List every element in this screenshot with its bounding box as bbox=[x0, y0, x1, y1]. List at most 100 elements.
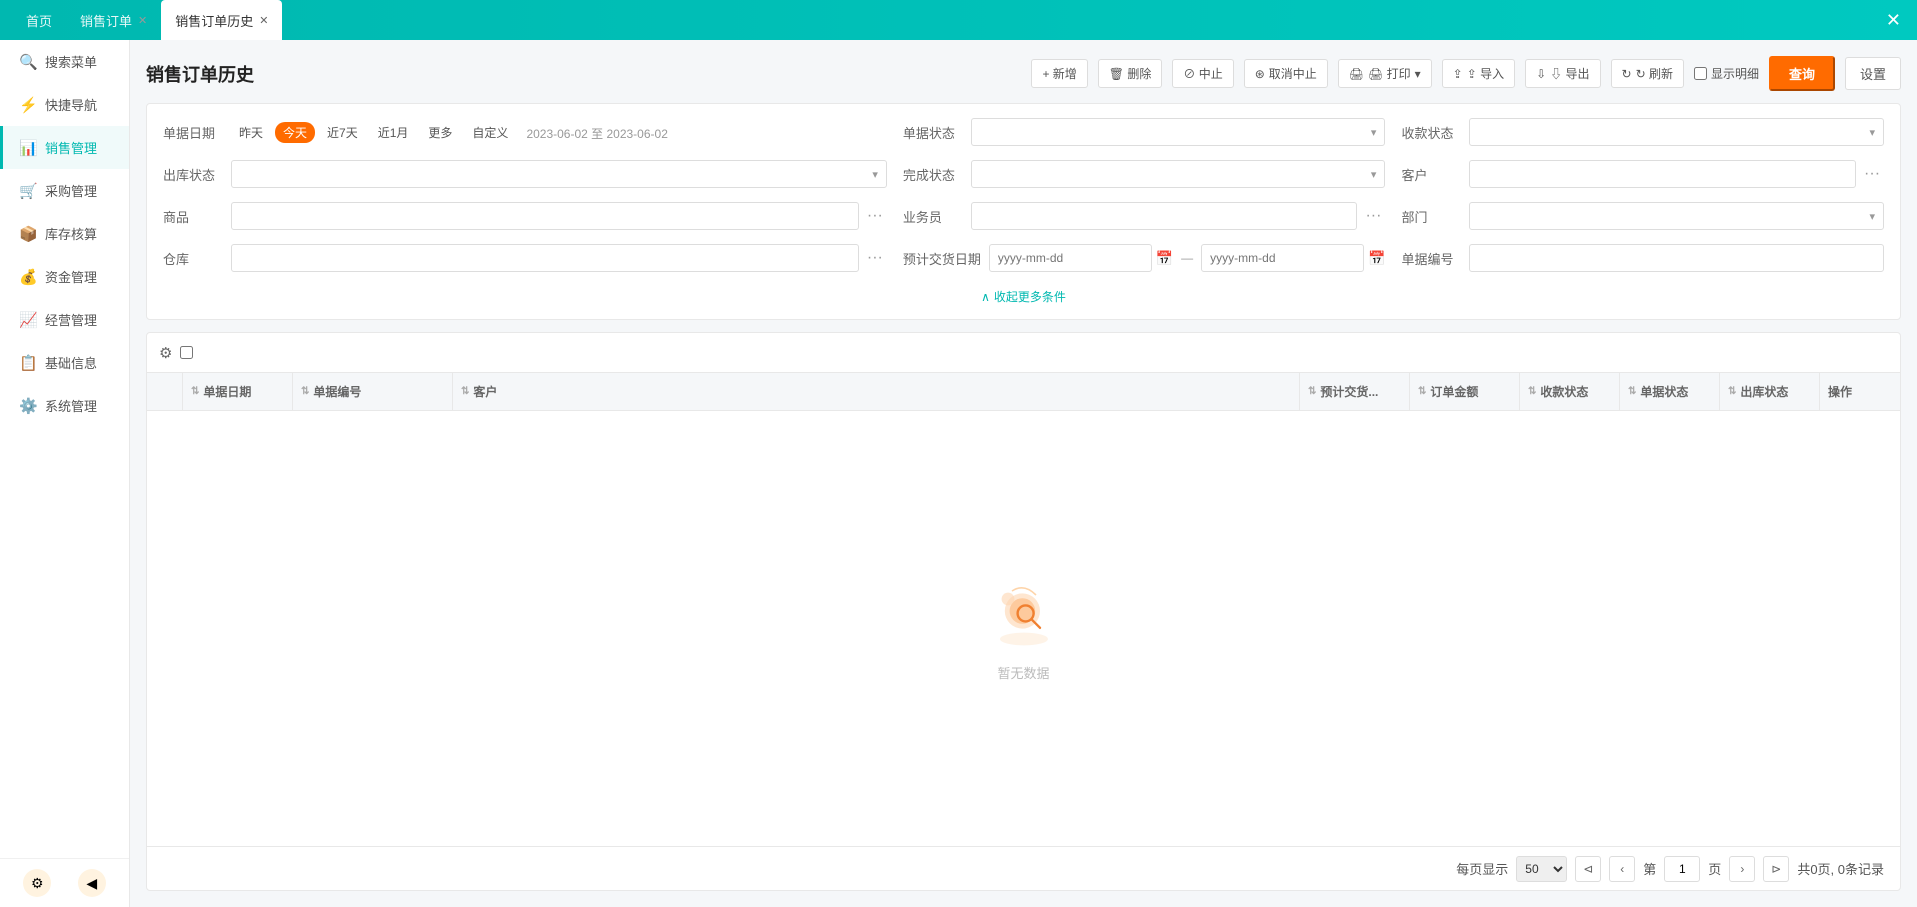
next-page-button[interactable]: › bbox=[1729, 856, 1755, 882]
new-button[interactable]: + 新增 bbox=[1031, 59, 1087, 88]
select-all-checkbox[interactable] bbox=[180, 346, 193, 359]
settings-button[interactable]: 设置 bbox=[1845, 57, 1901, 90]
date-tab-today[interactable]: 今天 bbox=[275, 122, 315, 143]
sort-ship-icon[interactable]: ⇅ bbox=[1728, 386, 1736, 397]
refresh-button[interactable]: ↻ ↻ 刷新 bbox=[1611, 59, 1684, 88]
th-action: 操作 bbox=[1820, 373, 1900, 410]
bill-no-input[interactable] bbox=[1469, 244, 1884, 272]
th-ship-status: ⇅ 出库状态 bbox=[1720, 373, 1820, 410]
warehouse-input[interactable] bbox=[231, 244, 859, 272]
tab-sales-order-history-label: 销售订单历史 bbox=[175, 11, 253, 30]
import-button[interactable]: ⇪ ⇪ 导入 bbox=[1442, 59, 1515, 88]
empty-state-icon bbox=[984, 575, 1064, 655]
filter-panel: 单据日期 昨天 今天 近7天 近1月 更多 自定义 2023-06-02 至 2… bbox=[146, 103, 1901, 320]
sidebar-item-basic-info[interactable]: 📋 基础信息 bbox=[0, 341, 129, 384]
sidebar-item-sys-mgmt[interactable]: ⚙️ 系统管理 bbox=[0, 384, 129, 427]
warehouse-picker-btn[interactable]: ··· bbox=[863, 249, 887, 267]
sort-customer-icon[interactable]: ⇅ bbox=[461, 386, 469, 397]
page-go-label: 第 bbox=[1643, 859, 1656, 878]
sidebar-item-finance[interactable]: 💰 资金管理 bbox=[0, 255, 129, 298]
page-title: 销售订单历史 bbox=[146, 61, 254, 87]
filter-goods-item: 商品 ··· bbox=[163, 202, 887, 230]
sort-bill-icon[interactable]: ⇅ bbox=[1628, 386, 1636, 397]
empty-state: 暂无数据 bbox=[984, 575, 1064, 682]
sidebar-item-finance-label: 资金管理 bbox=[45, 267, 97, 286]
date-tab-custom[interactable]: 自定义 bbox=[464, 122, 516, 143]
th-ship-label: 出库状态 bbox=[1740, 383, 1788, 400]
ship-status-select[interactable]: ▾ bbox=[231, 160, 887, 188]
query-button[interactable]: 查询 bbox=[1769, 56, 1835, 91]
th-customer: ⇅ 客户 bbox=[453, 373, 1300, 410]
prev-page-button[interactable]: ‹ bbox=[1609, 856, 1635, 882]
page-number-input[interactable] bbox=[1664, 856, 1700, 882]
date-tab-more[interactable]: 更多 bbox=[420, 122, 460, 143]
export-button[interactable]: ⇩ ⇩ 导出 bbox=[1525, 59, 1600, 88]
sort-date-icon[interactable]: ⇅ bbox=[191, 386, 199, 397]
date-tab-1month[interactable]: 近1月 bbox=[370, 122, 417, 143]
goods-input[interactable] bbox=[231, 202, 859, 230]
sidebar-collapse-btn[interactable]: ◀ bbox=[78, 869, 106, 897]
delivery-date-end-calendar-icon[interactable]: 📅 bbox=[1368, 250, 1385, 267]
date-tab-7days[interactable]: 近7天 bbox=[319, 122, 366, 143]
salesperson-input[interactable] bbox=[971, 202, 1358, 230]
sort-delivery-icon[interactable]: ⇅ bbox=[1308, 386, 1316, 397]
delivery-date-end-input[interactable] bbox=[1201, 244, 1364, 272]
customer-picker-btn[interactable]: ··· bbox=[1860, 165, 1884, 183]
dept-select[interactable]: ▾ bbox=[1469, 202, 1884, 230]
sort-amount-icon[interactable]: ⇅ bbox=[1418, 386, 1426, 397]
warehouse-label: 仓库 bbox=[163, 249, 223, 268]
finance-icon: 💰 bbox=[19, 268, 37, 286]
tab-home[interactable]: 首页 bbox=[12, 0, 66, 40]
complete-status-select[interactable]: ▾ bbox=[971, 160, 1386, 188]
tab-sales-order-close[interactable]: ✕ bbox=[138, 14, 147, 27]
last-page-button[interactable]: ⊳ bbox=[1763, 856, 1789, 882]
th-customer-label: 客户 bbox=[473, 383, 497, 400]
total-info: 共0页, 0条记录 bbox=[1797, 859, 1884, 878]
sort-pay-icon[interactable]: ⇅ bbox=[1528, 386, 1536, 397]
salesperson-picker-btn[interactable]: ··· bbox=[1361, 207, 1385, 225]
cancel-stop-button[interactable]: ⊛ 取消中止 bbox=[1244, 59, 1328, 88]
sort-order-icon[interactable]: ⇅ bbox=[301, 386, 309, 397]
customer-input[interactable] bbox=[1469, 160, 1856, 188]
bill-status-select[interactable]: ▾ bbox=[971, 118, 1386, 146]
collapse-row[interactable]: ∧ 收起更多条件 bbox=[163, 286, 1884, 305]
filter-customer-item: 客户 ··· bbox=[1401, 160, 1884, 188]
display-detail-checkbox[interactable] bbox=[1694, 67, 1707, 80]
sidebar-item-search-menu-label: 搜索菜单 bbox=[45, 52, 97, 71]
window-close-button[interactable]: ✕ bbox=[1882, 10, 1905, 31]
export-icon: ⇩ bbox=[1536, 67, 1546, 81]
print-dropdown-icon: ▾ bbox=[1415, 67, 1421, 81]
tab-sales-order[interactable]: 销售订单 ✕ bbox=[66, 0, 161, 40]
first-page-button[interactable]: ⊲ bbox=[1575, 856, 1601, 882]
sidebar-settings-btn[interactable]: ⚙ bbox=[23, 869, 51, 897]
print-button[interactable]: 🖨 🖨 打印 ▾ bbox=[1338, 59, 1432, 88]
sidebar-item-search-menu[interactable]: 🔍 搜索菜单 bbox=[0, 40, 129, 83]
date-tab-yesterday[interactable]: 昨天 bbox=[231, 122, 271, 143]
table-settings-icon[interactable]: ⚙ bbox=[159, 344, 172, 362]
tab-sales-order-history[interactable]: 销售订单历史 ✕ bbox=[161, 0, 282, 40]
sidebar-item-purchase-mgmt[interactable]: 🛒 采购管理 bbox=[0, 169, 129, 212]
sidebar-item-operations[interactable]: 📈 经营管理 bbox=[0, 298, 129, 341]
goods-picker-btn[interactable]: ··· bbox=[863, 207, 887, 225]
pay-status-select[interactable]: ▾ bbox=[1469, 118, 1884, 146]
export-label: ⇩ 导出 bbox=[1550, 65, 1589, 82]
th-date: ⇅ 单据日期 bbox=[183, 373, 293, 410]
delivery-date-start-input[interactable] bbox=[989, 244, 1152, 272]
delivery-date-start-calendar-icon[interactable]: 📅 bbox=[1156, 250, 1173, 267]
main-layout: 🔍 搜索菜单 ⚡ 快捷导航 📊 销售管理 🛒 采购管理 📦 库存核算 💰 资金管… bbox=[0, 40, 1917, 907]
sidebar-item-inventory[interactable]: 📦 库存核算 bbox=[0, 212, 129, 255]
filter-row-3: 商品 ··· 业务员 ··· 部门 bbox=[163, 202, 1884, 230]
delete-button[interactable]: 🗑 删除 bbox=[1098, 59, 1163, 88]
display-toggle[interactable]: 显示明细 bbox=[1694, 65, 1759, 82]
tab-sales-order-history-close[interactable]: ✕ bbox=[259, 14, 268, 27]
refresh-icon: ↻ bbox=[1622, 67, 1632, 81]
sidebar-item-quick-nav[interactable]: ⚡ 快捷导航 bbox=[0, 83, 129, 126]
table-body: 暂无数据 bbox=[147, 411, 1900, 846]
page-size-select[interactable]: 50 20 100 bbox=[1516, 856, 1567, 882]
stop-button[interactable]: ⊘ 中止 bbox=[1172, 59, 1233, 88]
sidebar-item-sales-mgmt[interactable]: 📊 销售管理 bbox=[0, 126, 129, 169]
bill-status-label: 单据状态 bbox=[903, 123, 963, 142]
sys-mgmt-icon: ⚙️ bbox=[19, 397, 37, 415]
tab-sales-order-label: 销售订单 bbox=[80, 11, 132, 30]
salesperson-filter-control: ··· bbox=[971, 202, 1386, 230]
